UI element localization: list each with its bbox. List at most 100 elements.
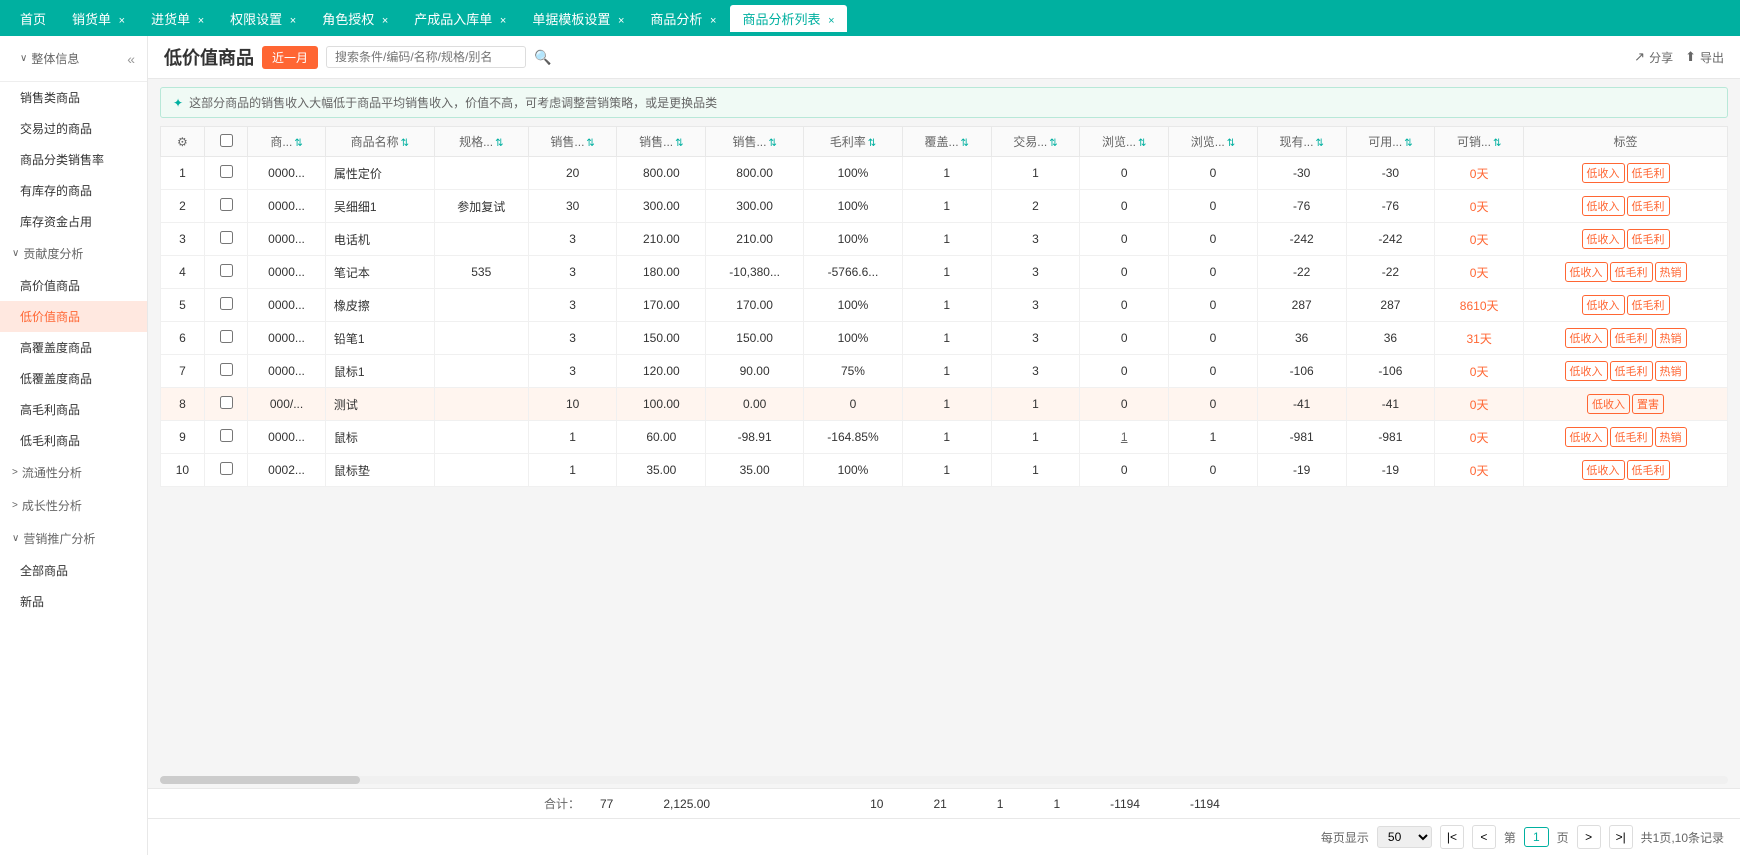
row-checkbox[interactable] — [220, 462, 233, 475]
row-view2: 0 — [1169, 355, 1258, 388]
sidebar-group-contribution: ∨ 贡献度分析 — [0, 237, 147, 270]
row-no: 9 — [161, 421, 205, 454]
table-footer: 合计： 77 2,125.00 10 21 1 1 -1194 -1194 — [148, 788, 1740, 818]
page-first-btn[interactable]: |< — [1440, 825, 1464, 849]
nav-product-analysis[interactable]: 商品分析 × — [638, 5, 728, 32]
gear-icon[interactable]: ⚙ — [177, 135, 188, 149]
nav-template[interactable]: 单据模板设置 × — [520, 5, 636, 32]
row-checkbox[interactable] — [220, 429, 233, 442]
sidebar-item-traded-goods[interactable]: 交易过的商品 — [0, 113, 147, 144]
row-checkbox[interactable] — [220, 396, 233, 409]
sidebar-item-low-coverage[interactable]: 低覆盖度商品 — [0, 363, 147, 394]
nav-close-role[interactable]: × — [382, 15, 388, 27]
row-sale1: 3 — [528, 256, 617, 289]
row-checkbox[interactable] — [220, 165, 233, 178]
nav-stock-in[interactable]: 产成品入库单 × — [402, 5, 518, 32]
nav-permissions[interactable]: 权限设置 × — [218, 5, 308, 32]
nav-close-template[interactable]: × — [618, 15, 624, 27]
sidebar-item-high-coverage[interactable]: 高覆盖度商品 — [0, 332, 147, 363]
footer-view2: 1 — [1053, 797, 1060, 811]
nav-close-stock[interactable]: × — [500, 15, 506, 27]
share-action[interactable]: ↗ 分享 — [1634, 49, 1673, 66]
nav-role-auth[interactable]: 角色授权 × — [310, 5, 400, 32]
content-header: 低价值商品 近一月 🔍 ↗ 分享 ⬆ 导出 — [148, 36, 1740, 79]
row-sale2: 150.00 — [617, 322, 706, 355]
row-name: 属性定价 — [325, 157, 434, 190]
row-view2: 0 — [1169, 223, 1258, 256]
nav-sales-order[interactable]: 销货单 × — [60, 5, 137, 32]
sidebar-collapse-btn[interactable]: « — [123, 47, 139, 71]
sidebar-item-low-margin[interactable]: 低毛利商品 — [0, 425, 147, 456]
toggle-growth[interactable]: > — [12, 500, 18, 511]
sidebar-item-high-margin[interactable]: 高毛利商品 — [0, 394, 147, 425]
sidebar-group-growth: > 成长性分析 — [0, 489, 147, 522]
row-checkbox-cell[interactable] — [204, 388, 247, 421]
table-area[interactable]: ⚙ 商...⇅ 商品名称⇅ 规格...⇅ 销售...⇅ 销售...⇅ 销售...… — [148, 126, 1740, 776]
row-view2: 0 — [1169, 157, 1258, 190]
nav-product-analysis-list[interactable]: 商品分析列表 × — [730, 5, 846, 32]
row-sale2: 300.00 — [617, 190, 706, 223]
search-input[interactable] — [326, 46, 526, 68]
row-checkbox-cell[interactable] — [204, 454, 247, 487]
row-sale1: 10 — [528, 388, 617, 421]
nav-home[interactable]: 首页 — [8, 5, 58, 32]
row-checkbox-cell[interactable] — [204, 289, 247, 322]
row-checkbox[interactable] — [220, 264, 233, 277]
page-prev-btn[interactable]: < — [1472, 825, 1496, 849]
row-checkbox[interactable] — [220, 297, 233, 310]
row-checkbox-cell[interactable] — [204, 322, 247, 355]
row-stock2: -242 — [1346, 223, 1435, 256]
toggle-marketing[interactable]: ∨ — [12, 533, 19, 544]
row-code: 0000... — [248, 223, 326, 256]
pagination: 每页显示 50 20 100 |< < 第 1 页 > >| 共1页,10条记录 — [148, 818, 1740, 855]
nav-close-analysis-list[interactable]: × — [828, 15, 834, 27]
sidebar-item-low-value[interactable]: 低价值商品 — [0, 301, 147, 332]
row-view1[interactable]: 1 — [1080, 421, 1169, 454]
toggle-flow[interactable]: > — [12, 467, 18, 478]
sidebar-item-stock-capital[interactable]: 库存资金占用 — [0, 206, 147, 237]
export-action[interactable]: ⬆ 导出 — [1685, 49, 1724, 66]
row-stock2: -106 — [1346, 355, 1435, 388]
row-checkbox-cell[interactable] — [204, 256, 247, 289]
row-checkbox[interactable] — [220, 363, 233, 376]
nav-close-sales[interactable]: × — [119, 15, 125, 27]
toggle-overall[interactable]: ∨ — [20, 53, 27, 64]
sidebar-item-new-goods[interactable]: 新品 — [0, 586, 147, 617]
page-next-btn[interactable]: > — [1577, 825, 1601, 849]
tag-label: 低毛利 — [1610, 427, 1653, 447]
sidebar-item-all-goods[interactable]: 全部商品 — [0, 555, 147, 586]
horizontal-scrollbar[interactable] — [160, 776, 1728, 784]
row-stock1: 287 — [1257, 289, 1346, 322]
select-all-checkbox[interactable] — [220, 134, 233, 147]
row-checkbox[interactable] — [220, 330, 233, 343]
page-last-btn[interactable]: >| — [1609, 825, 1633, 849]
sidebar-item-high-value[interactable]: 高价值商品 — [0, 270, 147, 301]
row-checkbox-cell[interactable] — [204, 355, 247, 388]
row-sale1: 3 — [528, 289, 617, 322]
row-checkbox[interactable] — [220, 231, 233, 244]
row-view2: 0 — [1169, 454, 1258, 487]
row-checkbox-cell[interactable] — [204, 190, 247, 223]
nav-close-purchase[interactable]: × — [198, 15, 204, 27]
row-checkbox-cell[interactable] — [204, 421, 247, 454]
row-checkbox-cell[interactable] — [204, 157, 247, 190]
scrollbar-thumb[interactable] — [160, 776, 360, 784]
nav-purchase[interactable]: 进货单 × — [139, 5, 216, 32]
sidebar-item-stocked-goods[interactable]: 有库存的商品 — [0, 175, 147, 206]
sidebar-item-sales-goods[interactable]: 销售类商品 — [0, 82, 147, 113]
col-gear[interactable]: ⚙ — [161, 127, 205, 157]
toggle-contribution[interactable]: ∨ — [12, 248, 19, 259]
row-checkbox[interactable] — [220, 198, 233, 211]
nav-close-permissions[interactable]: × — [290, 15, 296, 27]
row-sale-days: 0天 — [1435, 355, 1524, 388]
page-size-select[interactable]: 50 20 100 — [1377, 826, 1432, 848]
row-tags: 低收入低毛利热销 — [1524, 355, 1728, 388]
row-no: 5 — [161, 289, 205, 322]
col-checkbox[interactable] — [204, 127, 247, 157]
sidebar-item-category-rate[interactable]: 商品分类销售率 — [0, 144, 147, 175]
search-icon[interactable]: 🔍 — [534, 49, 551, 66]
page-label: 第 — [1504, 829, 1516, 846]
filter-recent-month-btn[interactable]: 近一月 — [262, 46, 318, 69]
row-checkbox-cell[interactable] — [204, 223, 247, 256]
nav-close-analysis[interactable]: × — [710, 15, 716, 27]
